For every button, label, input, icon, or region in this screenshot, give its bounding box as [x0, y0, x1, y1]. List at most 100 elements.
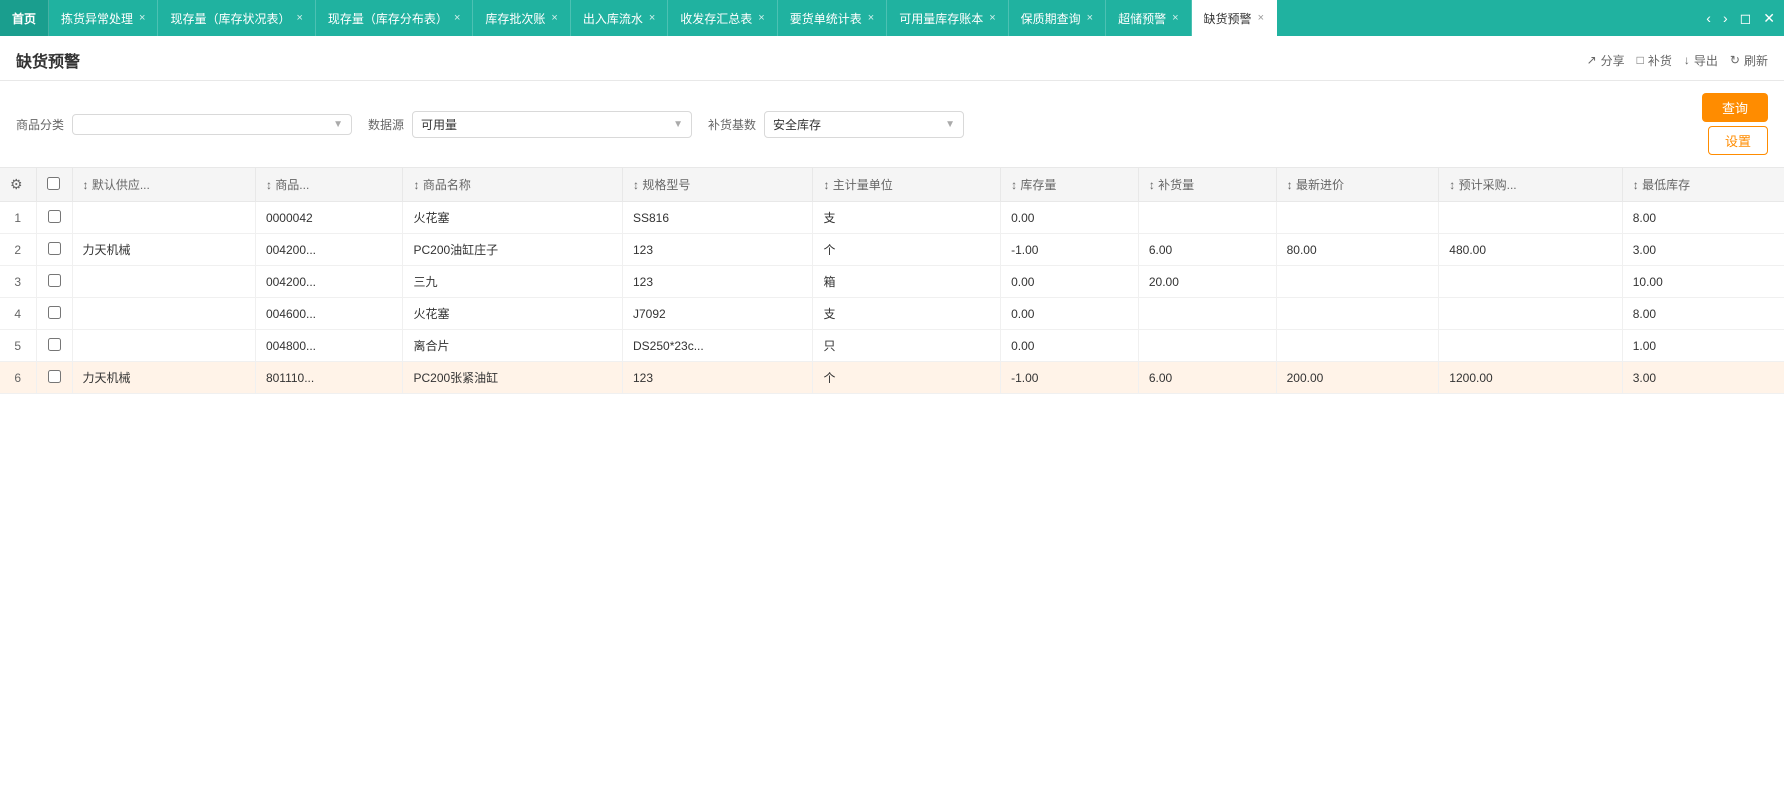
tab-3-label: 现存量（库存分布表） — [328, 10, 448, 27]
tab-6-close[interactable]: × — [758, 12, 764, 24]
col-name[interactable]: ↕ 商品名称 — [403, 168, 623, 202]
table-header-row: ⚙ ↕ 默认供应... ↕ 商品... ↕ 商品名称 ↕ — [0, 168, 1784, 202]
row-est-purchase-1 — [1439, 202, 1622, 234]
row-select-checkbox-4[interactable] — [48, 306, 61, 319]
row-est-purchase-6: 1200.00 — [1439, 362, 1622, 394]
category-select[interactable]: ▼ — [72, 114, 352, 135]
col-supplier[interactable]: ↕ 默认供应... — [72, 168, 255, 202]
row-min-stock-4: 8.00 — [1622, 298, 1784, 330]
row-supplier-1 — [72, 202, 255, 234]
col-min-stock-label: ↕ 最低库存 — [1633, 178, 1690, 192]
row-latest-price-3 — [1276, 266, 1439, 298]
row-latest-price-6: 200.00 — [1276, 362, 1439, 394]
tab-close-all-button[interactable]: ✕ — [1758, 8, 1780, 29]
tab-home[interactable]: 首页 — [0, 0, 49, 36]
row-min-stock-3: 10.00 — [1622, 266, 1784, 298]
row-checkbox-4[interactable] — [36, 298, 72, 330]
tab-4[interactable]: 库存批次账 × — [473, 0, 570, 36]
row-unit-6: 个 — [813, 362, 1001, 394]
row-checkbox-5[interactable] — [36, 330, 72, 362]
col-unit[interactable]: ↕ 主计量单位 — [813, 168, 1001, 202]
col-stock[interactable]: ↕ 库存量 — [1001, 168, 1139, 202]
tab-7-close[interactable]: × — [868, 12, 874, 24]
tab-3[interactable]: 现存量（库存分布表） × — [316, 0, 473, 36]
tab-3-close[interactable]: × — [454, 12, 460, 24]
col-min-stock[interactable]: ↕ 最低库存 — [1622, 168, 1784, 202]
row-name-1: 火花塞 — [403, 202, 623, 234]
row-num-3: 3 — [0, 266, 36, 298]
col-est-purchase[interactable]: ↕ 预计采购... — [1439, 168, 1622, 202]
table-row: 5 004800... 离合片 DS250*23c... 只 0.00 1.00 — [0, 330, 1784, 362]
tab-4-close[interactable]: × — [551, 12, 557, 24]
row-num-6: 6 — [0, 362, 36, 394]
row-stock-3: 0.00 — [1001, 266, 1139, 298]
tab-8[interactable]: 可用量库存账本 × — [887, 0, 1008, 36]
col-replenish-label: ↕ 补货量 — [1149, 178, 1194, 192]
replenish-dropdown-icon: ▼ — [945, 119, 955, 130]
refresh-label: 刷新 — [1744, 52, 1768, 69]
row-unit-1: 支 — [813, 202, 1001, 234]
row-code-4: 004600... — [255, 298, 403, 330]
tab-5-close[interactable]: × — [649, 12, 655, 24]
row-spec-3: 123 — [623, 266, 813, 298]
table-container: ⚙ ↕ 默认供应... ↕ 商品... ↕ 商品名称 ↕ — [0, 168, 1784, 394]
row-spec-4: J7092 — [623, 298, 813, 330]
row-checkbox-3[interactable] — [36, 266, 72, 298]
tab-9-close[interactable]: × — [1087, 12, 1093, 24]
filter-bar: 商品分类 ▼ 数据源 可用量 ▼ 补货基数 安全库存 ▼ 查询 设置 — [0, 81, 1784, 168]
tab-10-close[interactable]: × — [1172, 12, 1178, 24]
col-spec[interactable]: ↕ 规格型号 — [623, 168, 813, 202]
row-select-checkbox-3[interactable] — [48, 274, 61, 287]
row-select-checkbox-1[interactable] — [48, 210, 61, 223]
row-code-3: 004200... — [255, 266, 403, 298]
tab-2[interactable]: 现存量（库存状况表） × — [158, 0, 315, 36]
share-button[interactable]: ↗ 分享 — [1587, 52, 1625, 69]
tab-1-label: 拣货异常处理 — [61, 10, 133, 27]
tab-next-button[interactable]: › — [1718, 8, 1733, 28]
table-row: 1 0000042 火花塞 SS816 支 0.00 8.00 — [0, 202, 1784, 234]
tab-11-close[interactable]: × — [1258, 12, 1264, 24]
row-stock-4: 0.00 — [1001, 298, 1139, 330]
datasource-select[interactable]: 可用量 ▼ — [412, 111, 692, 138]
col-checkbox — [36, 168, 72, 202]
replenish-select[interactable]: 安全库存 ▼ — [764, 111, 964, 138]
replenish-button[interactable]: □ 补货 — [1637, 52, 1672, 69]
col-latest-price[interactable]: ↕ 最新进价 — [1276, 168, 1439, 202]
select-all-checkbox[interactable] — [47, 177, 60, 190]
row-select-checkbox-2[interactable] — [48, 242, 61, 255]
row-select-checkbox-6[interactable] — [48, 370, 61, 383]
tab-1[interactable]: 拣货异常处理 × — [49, 0, 158, 36]
tab-8-close[interactable]: × — [989, 12, 995, 24]
category-dropdown-icon: ▼ — [333, 119, 343, 130]
col-replenish[interactable]: ↕ 补货量 — [1138, 168, 1276, 202]
export-button[interactable]: ↓ 导出 — [1684, 52, 1718, 69]
row-latest-price-1 — [1276, 202, 1439, 234]
tab-10[interactable]: 超储预警 × — [1106, 0, 1191, 36]
tab-2-close[interactable]: × — [296, 12, 302, 24]
tab-6-label: 收发存汇总表 — [680, 10, 752, 27]
row-checkbox-1[interactable] — [36, 202, 72, 234]
refresh-button[interactable]: ↻ 刷新 — [1730, 52, 1768, 69]
share-label: 分享 — [1601, 52, 1625, 69]
gear-icon[interactable]: ⚙ — [10, 176, 23, 192]
row-select-checkbox-5[interactable] — [48, 338, 61, 351]
tab-6[interactable]: 收发存汇总表 × — [668, 0, 777, 36]
row-supplier-2: 力天机械 — [72, 234, 255, 266]
col-latest-price-label: ↕ 最新进价 — [1287, 178, 1344, 192]
tab-prev-button[interactable]: ‹ — [1701, 8, 1716, 28]
tab-9[interactable]: 保质期查询 × — [1009, 0, 1106, 36]
row-stock-5: 0.00 — [1001, 330, 1139, 362]
col-supplier-label: ↕ 默认供应... — [83, 178, 150, 192]
query-button[interactable]: 查询 — [1702, 93, 1768, 122]
row-checkbox-2[interactable] — [36, 234, 72, 266]
tab-5[interactable]: 出入库流水 × — [571, 0, 668, 36]
tab-restore-button[interactable]: ◻ — [1735, 8, 1757, 29]
tab-7[interactable]: 要货单统计表 × — [778, 0, 887, 36]
tab-1-close[interactable]: × — [139, 12, 145, 24]
main-content: 缺货预警 ↗ 分享 □ 补货 ↓ 导出 ↻ 刷新 商品分类 — [0, 36, 1784, 796]
row-checkbox-6[interactable] — [36, 362, 72, 394]
tab-11[interactable]: 缺货预警 × — [1192, 0, 1277, 36]
settings-button[interactable]: 设置 — [1708, 126, 1768, 155]
replenish-label: 补货基数 — [708, 116, 756, 133]
col-code[interactable]: ↕ 商品... — [255, 168, 403, 202]
